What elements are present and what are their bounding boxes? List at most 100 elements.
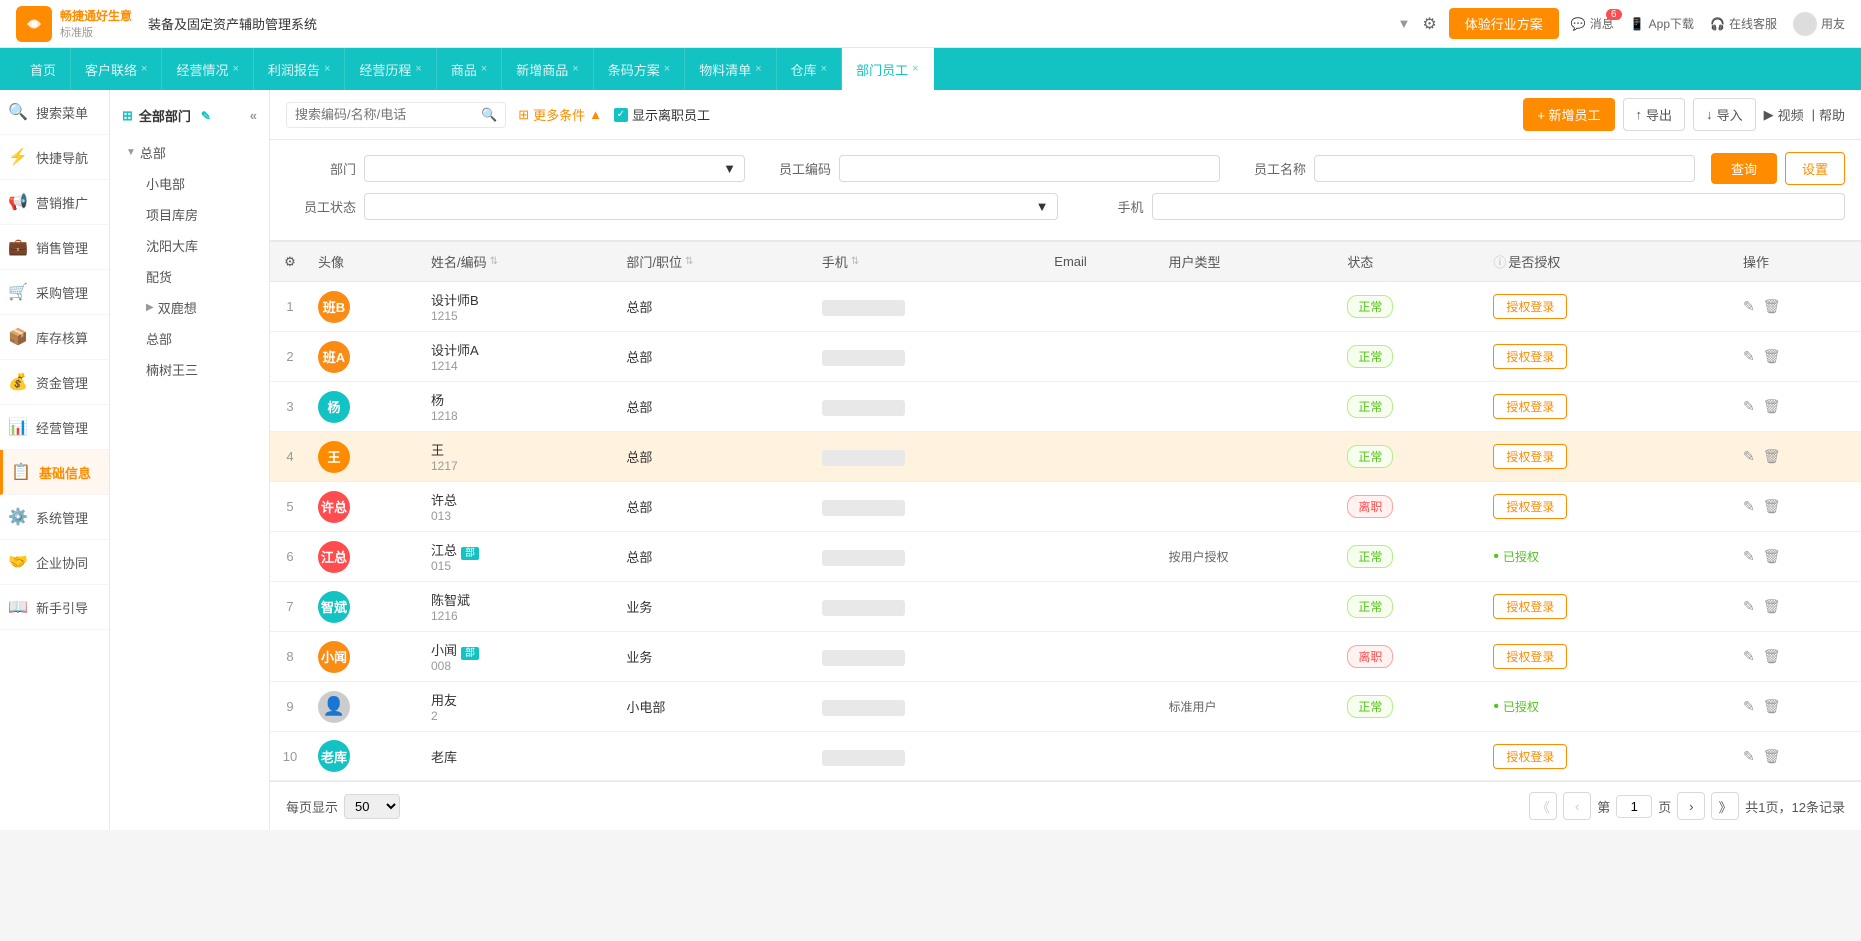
first-page-btn[interactable]: 《: [1529, 792, 1557, 820]
emp-status-select[interactable]: ▼: [364, 193, 1058, 220]
delete-icon[interactable]: 🗑: [1763, 398, 1781, 415]
tab-bom[interactable]: 物料清单 ×: [685, 48, 776, 90]
user-menu-button[interactable]: 用友: [1793, 12, 1845, 36]
dropdown-arrow[interactable]: ▼: [1398, 16, 1411, 31]
edit-icon[interactable]: ✎: [1743, 698, 1755, 715]
sidebar-item-inventory[interactable]: 📦 库存核算: [0, 315, 109, 360]
dept-item-headquarters-parent[interactable]: ▼ 总部: [110, 137, 269, 168]
sidebar-item-collab[interactable]: 🤝 企业协同: [0, 540, 109, 585]
sidebar-item-shortcut[interactable]: ⚡ 快捷导航: [0, 135, 109, 180]
tab-close-icon[interactable]: ×: [821, 63, 827, 75]
delete-icon[interactable]: 🗑: [1763, 748, 1781, 765]
info-icon[interactable]: ⓘ: [1493, 255, 1506, 270]
dept-item-peihu[interactable]: 配货: [110, 261, 269, 292]
auth-login-btn[interactable]: 授权登录: [1493, 594, 1567, 619]
tab-close-icon[interactable]: ×: [232, 63, 238, 75]
edit-icon[interactable]: ✎: [1743, 298, 1755, 315]
tab-history[interactable]: 经营历程 ×: [345, 48, 436, 90]
dept-item-shenyang[interactable]: 沈阳大库: [110, 230, 269, 261]
delete-icon[interactable]: 🗑: [1763, 298, 1781, 315]
auth-login-btn[interactable]: 授权登录: [1493, 294, 1567, 319]
next-page-btn[interactable]: ›: [1677, 792, 1705, 820]
trial-button[interactable]: 体验行业方案: [1449, 8, 1559, 39]
tab-close-icon[interactable]: ×: [141, 63, 147, 75]
phone-input[interactable]: [1152, 193, 1846, 220]
auth-login-btn[interactable]: 授权登录: [1493, 344, 1567, 369]
more-filter-btn[interactable]: ⊞ 更多条件 ▲: [518, 105, 602, 124]
sidebar-item-ops[interactable]: 📊 经营管理: [0, 405, 109, 450]
emp-name-input[interactable]: [1314, 155, 1695, 182]
delete-icon[interactable]: 🗑: [1763, 498, 1781, 515]
delete-icon[interactable]: 🗑: [1763, 448, 1781, 465]
export-button[interactable]: ↑ 导出: [1623, 98, 1686, 131]
edit-icon[interactable]: ✎: [1743, 648, 1755, 665]
sidebar-item-finance[interactable]: 💰 资金管理: [0, 360, 109, 405]
edit-icon[interactable]: ✎: [1743, 348, 1755, 365]
edit-icon[interactable]: ✎: [1743, 598, 1755, 615]
tab-dept-staff[interactable]: 部门员工 ×: [842, 48, 933, 90]
edit-dept-icon[interactable]: ✎: [201, 109, 211, 123]
emp-code-input[interactable]: [839, 155, 1220, 182]
delete-icon[interactable]: 🗑: [1763, 698, 1781, 715]
tab-operation[interactable]: 经营情况 ×: [162, 48, 253, 90]
dept-item-small-elec[interactable]: 小电部: [110, 168, 269, 199]
tab-close-icon[interactable]: ×: [755, 63, 761, 75]
tab-barcode[interactable]: 条码方案 ×: [594, 48, 685, 90]
auth-login-btn[interactable]: 授权登录: [1493, 744, 1567, 769]
edit-icon[interactable]: ✎: [1743, 498, 1755, 515]
col-dept[interactable]: 部门/职位: [618, 242, 813, 282]
tab-home[interactable]: 首页: [16, 48, 71, 90]
auth-login-btn[interactable]: 授权登录: [1493, 644, 1567, 669]
dept-item-shuanglu[interactable]: ▶ 双鹿想: [110, 292, 269, 323]
gear-button[interactable]: ⚙: [1422, 14, 1436, 34]
show-resigned-toggle[interactable]: ✓ 显示离职员工: [614, 105, 710, 124]
dept-item-project-store[interactable]: 项目库房: [110, 199, 269, 230]
sidebar-item-sales[interactable]: 💼 销售管理: [0, 225, 109, 270]
tab-add-goods[interactable]: 新增商品 ×: [502, 48, 593, 90]
app-download-button[interactable]: 📱 App下载: [1630, 15, 1694, 32]
tab-warehouse[interactable]: 仓库 ×: [777, 48, 842, 90]
online-service-button[interactable]: 🎧 在线客服: [1710, 15, 1777, 32]
auth-login-btn[interactable]: 授权登录: [1493, 494, 1567, 519]
edit-icon[interactable]: ✎: [1743, 448, 1755, 465]
sidebar-item-basic[interactable]: 📋 基础信息: [0, 450, 109, 495]
delete-icon[interactable]: 🗑: [1763, 648, 1781, 665]
page-size-select[interactable]: 50 20 100: [344, 794, 400, 819]
help-button[interactable]: | 帮助: [1812, 98, 1845, 131]
tab-customer[interactable]: 客户联络 ×: [71, 48, 162, 90]
col-phone[interactable]: 手机: [814, 242, 1046, 282]
edit-icon[interactable]: ✎: [1743, 398, 1755, 415]
sidebar-item-guide[interactable]: 📖 新手引导: [0, 585, 109, 630]
dept-item-nanmu[interactable]: 楠树王三: [110, 354, 269, 385]
last-page-btn[interactable]: 》: [1711, 792, 1739, 820]
sidebar-item-system[interactable]: ⚙️ 系统管理: [0, 495, 109, 540]
tab-profit[interactable]: 利润报告 ×: [254, 48, 345, 90]
sidebar-item-marketing[interactable]: 📢 营销推广: [0, 180, 109, 225]
tab-close-icon[interactable]: ×: [415, 63, 421, 75]
auth-login-btn[interactable]: 授权登录: [1493, 394, 1567, 419]
sidebar-item-purchase[interactable]: 🛒 采购管理: [0, 270, 109, 315]
tab-goods[interactable]: 商品 ×: [437, 48, 502, 90]
tab-close-icon[interactable]: ×: [572, 63, 578, 75]
collapse-tree-btn[interactable]: «: [250, 108, 257, 123]
col-name[interactable]: 姓名/编码: [423, 242, 618, 282]
delete-icon[interactable]: 🗑: [1763, 348, 1781, 365]
dept-item-hq[interactable]: 总部: [110, 323, 269, 354]
edit-icon[interactable]: ✎: [1743, 748, 1755, 765]
search-icon[interactable]: 🔍: [481, 107, 497, 123]
search-input[interactable]: [295, 107, 475, 122]
add-employee-button[interactable]: + 新增员工: [1523, 98, 1614, 131]
video-button[interactable]: ▶ 视频: [1764, 98, 1804, 131]
import-button[interactable]: ↓ 导入: [1693, 98, 1756, 131]
tab-close-icon[interactable]: ×: [912, 63, 918, 75]
set-button[interactable]: 设置: [1785, 152, 1845, 185]
prev-page-btn[interactable]: ‹: [1563, 792, 1591, 820]
tab-close-icon[interactable]: ×: [664, 63, 670, 75]
query-button[interactable]: 查询: [1711, 153, 1777, 184]
edit-icon[interactable]: ✎: [1743, 548, 1755, 565]
message-button[interactable]: 💬 消息 6: [1571, 15, 1614, 32]
tab-close-icon[interactable]: ×: [481, 63, 487, 75]
delete-icon[interactable]: 🗑: [1763, 598, 1781, 615]
delete-icon[interactable]: 🗑: [1763, 548, 1781, 565]
tab-close-icon[interactable]: ×: [324, 63, 330, 75]
